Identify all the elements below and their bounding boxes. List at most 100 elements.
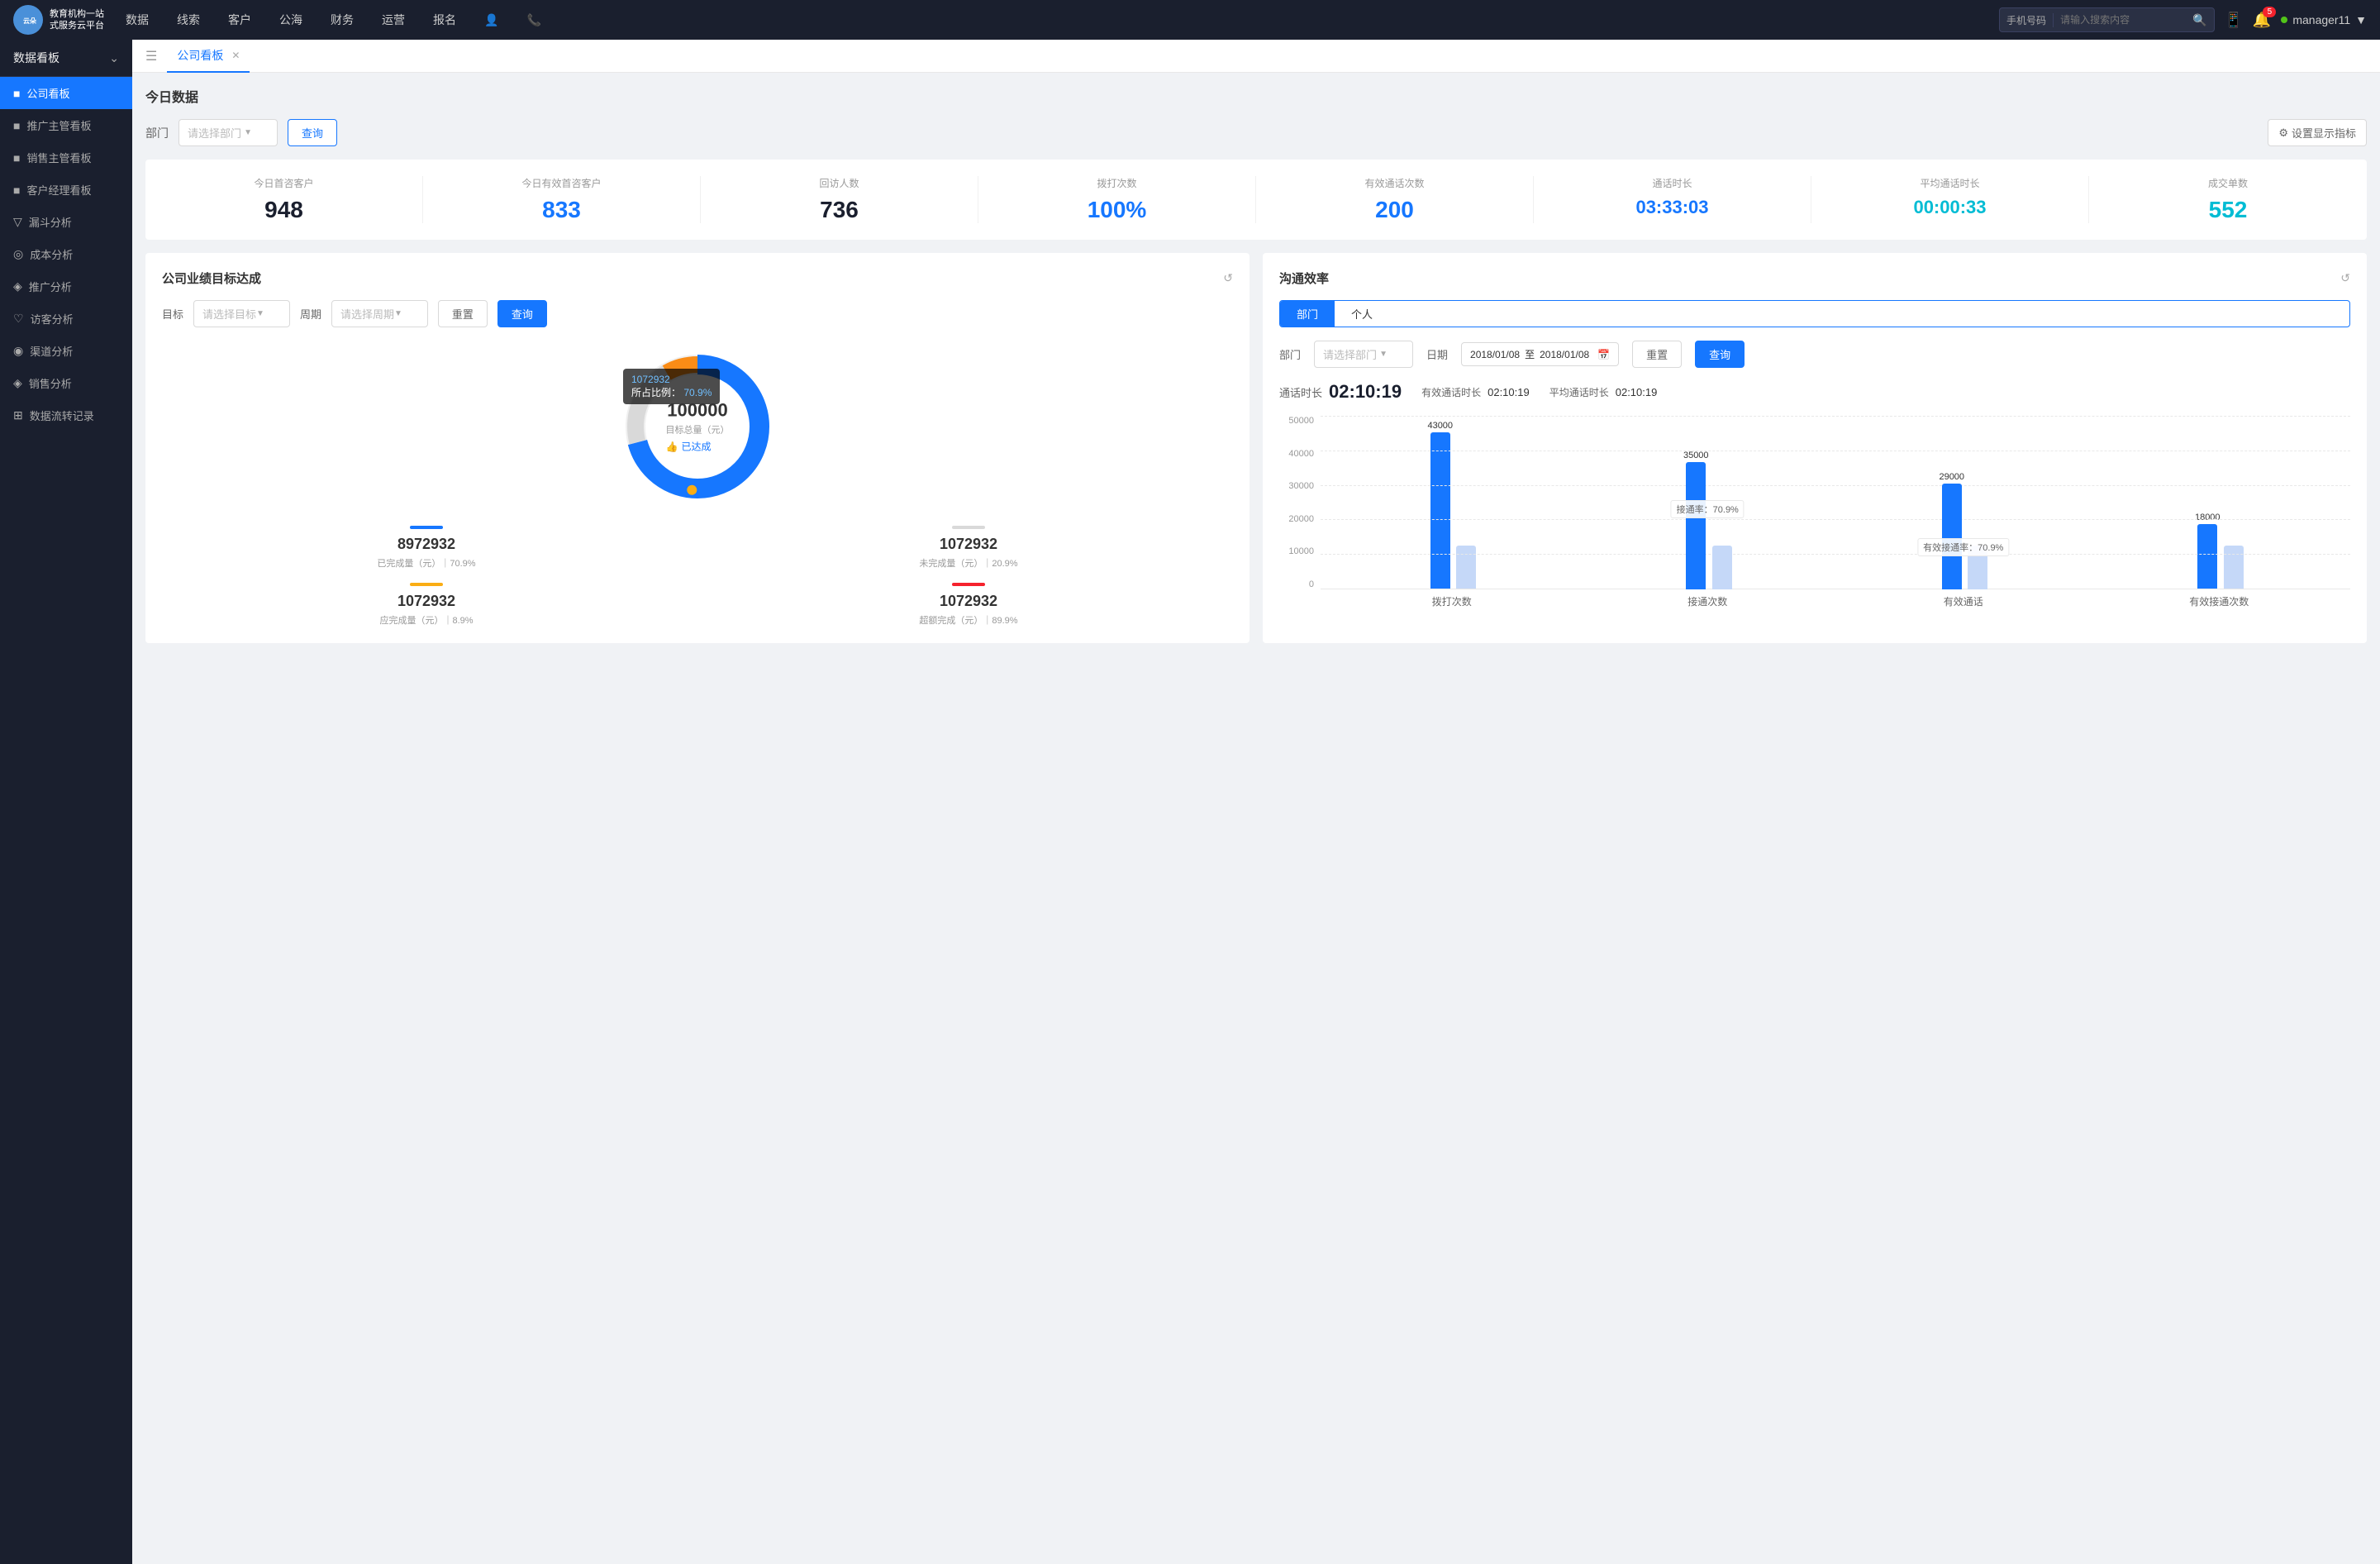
x-label-effective: 有效通话 [1839,594,2088,608]
logo: 云朵 教育机构一站 式服务云平台 [13,5,112,35]
dept-select[interactable]: 请选择部门 ▼ [178,119,278,146]
today-query-button[interactable]: 查询 [288,119,337,146]
sidebar-item-visitor[interactable]: ♡ 访客分析 [0,303,132,335]
nav-data[interactable]: 数据 [112,0,162,40]
logo-icon: 云朵 [13,5,43,35]
top-navigation: 云朵 教育机构一站 式服务云平台 数据 线索 客户 公海 财务 运营 报名 👤 … [0,0,2380,40]
nav-finance[interactable]: 财务 [317,0,367,40]
today-section-title: 今日数据 [145,86,2367,106]
tab-close-company[interactable]: ✕ [231,50,240,61]
effective-duration-value: 02:10:19 [1488,386,1530,398]
tab-menu-button[interactable]: ☰ [145,48,157,64]
search-box: 手机号码 🔍 [1999,7,2214,32]
calendar-icon: 📅 [1597,349,1610,360]
x-label-dial: 拨打次数 [1327,594,1577,608]
goal-query-button[interactable]: 查询 [497,300,547,327]
stat-deals: 成交单数 552 [2089,176,2367,223]
stat-dial-count: 拨打次数 100% [978,176,1256,223]
tab-company-board[interactable]: 公司看板 ✕ [167,40,250,73]
sidebar-item-funnel[interactable]: ▽ 漏斗分析 [0,206,132,238]
user-dropdown-arrow[interactable]: ▼ [2355,13,2367,26]
search-button[interactable]: 🔍 [2186,13,2213,27]
sidebar-collapse-icon[interactable]: ⌄ [109,51,119,65]
stat-value-4: 200 [1266,197,1523,223]
eff-query-button[interactable]: 查询 [1695,341,1745,368]
sidebar-item-label-promotion-analysis: 推广分析 [29,279,72,294]
date-end: 2018/01/08 [1540,349,1589,360]
remaining-indicator [952,526,985,529]
efficiency-tab-person[interactable]: 个人 [1335,301,1389,327]
efficiency-tab-dept[interactable]: 部门 [1280,301,1335,327]
should-complete-value: 1072932 [162,593,691,610]
goal-period-select[interactable]: 请选择周期 ▼ [331,300,428,327]
user-info[interactable]: manager11 ▼ [2281,13,2367,26]
goal-target-select[interactable]: 请选择目标 ▼ [193,300,290,327]
filter-left: 部门 请选择部门 ▼ 查询 [145,119,337,146]
nav-customers[interactable]: 客户 [215,0,264,40]
notification-bell[interactable]: 🔔 5 [2253,12,2271,29]
bar-group-effective: 29000 有效接通率：70.9% [1839,472,2088,589]
bar-label-43000: 43000 [1427,421,1453,431]
donut-center: 100000 目标总量（元） 👍 已达成 [666,400,730,454]
sidebar-item-sales-analysis[interactable]: ◈ 销售分析 [0,367,132,399]
tablet-icon[interactable]: 📱 [2225,12,2243,29]
search-input[interactable] [2054,14,2186,26]
efficiency-bar-chart: 50000 40000 30000 20000 10000 0 [1279,416,2350,614]
tooltip-percent: 70.9% [683,387,712,398]
donut-achieved: 👍 已达成 [666,440,730,454]
sidebar-item-label-visitor: 访客分析 [31,311,74,327]
remaining-value: 1072932 [704,536,1233,553]
cost-icon: ◎ [13,247,23,261]
search-type-selector[interactable]: 手机号码 [2000,13,2054,27]
donut-chart-container: 1072932 所占比例： 70.9% [162,344,1233,509]
stat-revisit: 回访人数 736 [701,176,978,223]
completed-label: 已完成量（元）｜70.9% [162,556,691,570]
eff-dept-arrow: ▼ [1379,350,1388,359]
sidebar-item-promotion-analysis[interactable]: ◈ 推广分析 [0,270,132,303]
tab-bar: ☰ 公司看板 ✕ [132,40,2380,73]
avg-duration-value: 02:10:19 [1616,386,1658,398]
date-separator: 至 [1525,347,1535,361]
sales-board-icon: ■ [13,151,20,165]
goal-period-arrow: ▼ [394,309,402,318]
stat-effective-consult: 今日有效首咨客户 833 [423,176,701,223]
date-range-picker[interactable]: 2018/01/08 至 2018/01/08 📅 [1461,342,1619,366]
stat-value-7: 552 [2099,197,2357,223]
eff-dept-select[interactable]: 请选择部门 ▼ [1314,341,1413,368]
efficiency-refresh-icon[interactable]: ↺ [2340,271,2350,285]
sidebar-item-customer-board[interactable]: ■ 客户经理看板 [0,174,132,206]
sidebar-item-label-funnel: 漏斗分析 [29,214,72,230]
sidebar-item-label-promotion: 推广主管看板 [26,117,91,133]
efficiency-tab-buttons: 部门 个人 [1279,300,2350,327]
nav-right: 手机号码 🔍 📱 🔔 5 manager11 ▼ [1999,7,2367,32]
nav-phone-icon[interactable]: 📞 [513,0,554,40]
nav-registration[interactable]: 报名 [420,0,469,40]
sidebar-item-company-board[interactable]: ■ 公司看板 [0,77,132,109]
sidebar-item-sales-board[interactable]: ■ 销售主管看板 [0,141,132,174]
eff-dept-placeholder: 请选择部门 [1323,346,1377,362]
funnel-icon: ▽ [13,215,22,229]
main-content: ☰ 公司看板 ✕ 今日数据 部门 请选择部门 ▼ [132,40,2380,1564]
settings-icon: ⚙ [2278,126,2288,140]
tab-label-company: 公司看板 [177,47,223,64]
sidebar-item-data-transfer[interactable]: ⊞ 数据流转记录 [0,399,132,432]
eff-reset-button[interactable]: 重置 [1632,341,1682,368]
donut-wrapper: 1072932 所占比例： 70.9% [615,344,780,509]
settings-button[interactable]: ⚙ 设置显示指标 [2268,119,2367,146]
nav-leads[interactable]: 线索 [164,0,213,40]
sidebar-item-cost[interactable]: ◎ 成本分析 [0,238,132,270]
nav-person-icon[interactable]: 👤 [471,0,512,40]
stat-value-0: 948 [155,197,412,223]
nav-sea[interactable]: 公海 [266,0,316,40]
sidebar-item-channel[interactable]: ◉ 渠道分析 [0,335,132,367]
sidebar-item-promotion-board[interactable]: ■ 推广主管看板 [0,109,132,141]
stat-label-7: 成交单数 [2099,176,2357,190]
goal-reset-button[interactable]: 重置 [438,300,488,327]
bar-eff-connect-secondary [2224,546,2244,589]
efficiency-panel-title: 沟通效率 [1279,269,1329,287]
y-label-10000: 10000 [1288,546,1314,556]
goal-refresh-icon[interactable]: ↺ [1223,271,1233,285]
total-duration-label: 通话时长 [1279,384,1322,400]
nav-operations[interactable]: 运营 [369,0,418,40]
stat-label-3: 拨打次数 [988,176,1245,190]
